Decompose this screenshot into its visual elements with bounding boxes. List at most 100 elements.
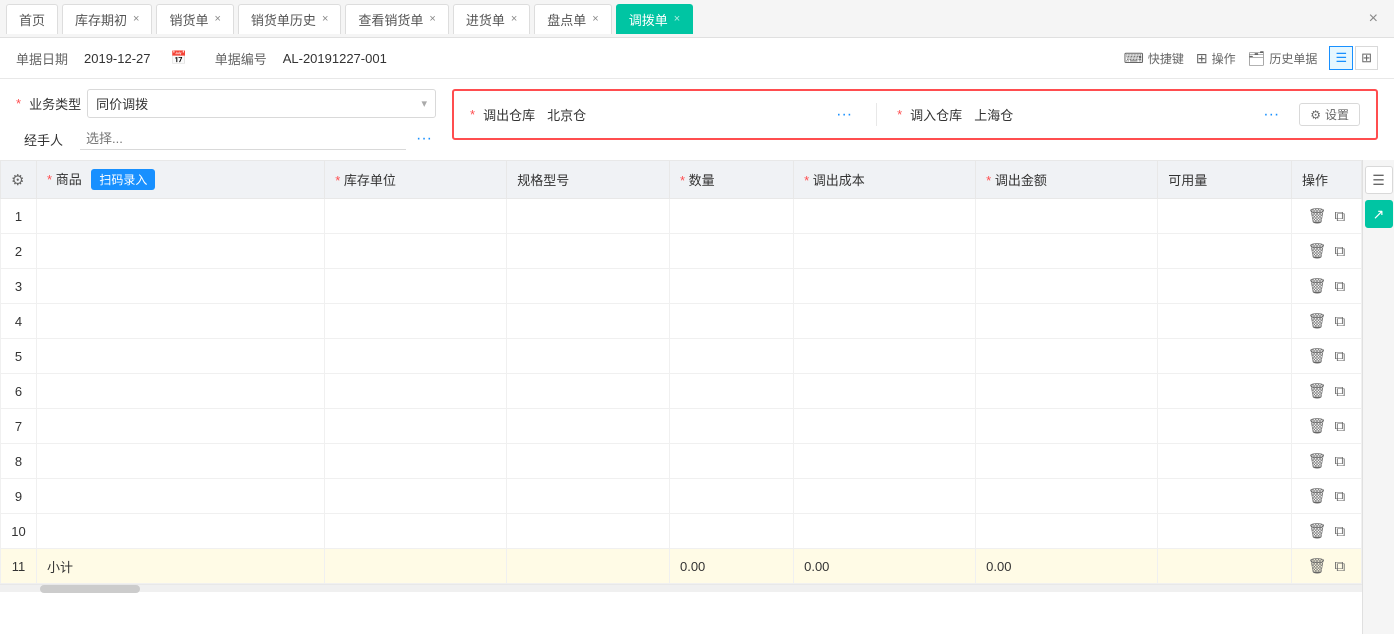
sidebar-export-button[interactable]: ↗: [1365, 200, 1393, 228]
tab-sales-order[interactable]: 销货单 ×: [156, 4, 233, 34]
delete-button[interactable]: 🗑: [1306, 520, 1329, 542]
product-cell[interactable]: [37, 234, 325, 269]
window-close-button[interactable]: ×: [1357, 10, 1390, 28]
tab-close-inventory-check[interactable]: ×: [592, 13, 598, 25]
delete-button[interactable]: 🗑: [1306, 415, 1329, 437]
tab-close-sales-order[interactable]: ×: [214, 13, 220, 25]
quantity-cell[interactable]: [669, 199, 793, 234]
history-button[interactable]: 🗂 历史单据: [1248, 50, 1318, 67]
business-type-select[interactable]: 同价调拨 ▾: [87, 89, 436, 118]
delete-button[interactable]: 🗑: [1306, 485, 1329, 507]
quantity-cell[interactable]: [669, 514, 793, 549]
quantity-cell[interactable]: [669, 234, 793, 269]
tab-close-sales-history[interactable]: ×: [322, 13, 328, 25]
warehouse-in-value: 上海仓: [974, 105, 1013, 124]
handler-input[interactable]: [80, 128, 406, 150]
tab-close-purchase-order[interactable]: ×: [511, 13, 517, 25]
col-available: 可用量: [1158, 161, 1292, 199]
transfer-amount-cell: [976, 374, 1158, 409]
product-cell[interactable]: [37, 479, 325, 514]
warehouse-in-more-button[interactable]: ···: [1259, 106, 1283, 124]
copy-button[interactable]: ⧉: [1332, 486, 1347, 507]
unit-cell: [325, 269, 507, 304]
delete-button[interactable]: 🗑: [1306, 345, 1329, 367]
table-settings-header[interactable]: ⚙: [1, 161, 37, 199]
action-cell: 🗑 ⧉: [1292, 339, 1362, 374]
action-cell: 🗑 ⧉: [1292, 304, 1362, 339]
product-cell[interactable]: [37, 409, 325, 444]
available-cell: [1158, 234, 1292, 269]
operation-button[interactable]: ⊞ 操作: [1196, 50, 1236, 67]
tab-purchase-order[interactable]: 进货单 ×: [453, 4, 530, 34]
quantity-cell[interactable]: [669, 479, 793, 514]
delete-button[interactable]: 🗑: [1306, 555, 1329, 577]
copy-button[interactable]: ⧉: [1332, 556, 1347, 577]
delete-button[interactable]: 🗑: [1306, 450, 1329, 472]
available-cell: [1158, 339, 1292, 374]
product-cell[interactable]: [37, 514, 325, 549]
tab-sales-history[interactable]: 销货单历史 ×: [238, 4, 341, 34]
copy-button[interactable]: ⧉: [1332, 521, 1347, 542]
grid-view-button[interactable]: ⊞: [1355, 46, 1378, 70]
tab-transfer-order[interactable]: 调拨单 ×: [616, 4, 693, 34]
row-number: 4: [1, 304, 37, 339]
calendar-icon[interactable]: 📅: [171, 50, 187, 66]
copy-button[interactable]: ⧉: [1332, 241, 1347, 262]
available-cell: [1158, 409, 1292, 444]
product-cell[interactable]: [37, 269, 325, 304]
quantity-cell[interactable]: [669, 304, 793, 339]
transfer-cost-cell: [794, 374, 976, 409]
quantity-cell[interactable]: [669, 269, 793, 304]
handler-more-button[interactable]: ···: [412, 130, 436, 148]
copy-button[interactable]: ⧉: [1332, 416, 1347, 437]
product-cell[interactable]: [37, 199, 325, 234]
copy-button[interactable]: ⧉: [1332, 276, 1347, 297]
transfer-amount-cell: [976, 269, 1158, 304]
shortcut-button[interactable]: ⌨ 快捷键: [1124, 50, 1184, 67]
product-cell[interactable]: [37, 339, 325, 374]
quantity-cell[interactable]: [669, 409, 793, 444]
delete-button[interactable]: 🗑: [1306, 380, 1329, 402]
delete-button[interactable]: 🗑: [1306, 240, 1329, 262]
warehouse-out-field: * 调出仓库 北京仓 ···: [470, 105, 856, 124]
copy-button[interactable]: ⧉: [1332, 451, 1347, 472]
settings-button[interactable]: ⚙ 设置: [1299, 103, 1360, 126]
handler-label: 经手人: [24, 130, 74, 149]
settings-button-wrapper: ⚙ 设置: [1299, 103, 1360, 126]
delete-button[interactable]: 🗑: [1306, 275, 1329, 297]
delete-button[interactable]: 🗑: [1306, 310, 1329, 332]
quantity-cell[interactable]: [669, 374, 793, 409]
product-cell[interactable]: [37, 374, 325, 409]
tab-inventory-check[interactable]: 盘点单 ×: [534, 4, 611, 34]
sidebar-list-button[interactable]: ☰: [1365, 166, 1393, 194]
spec-cell: [507, 304, 670, 339]
delete-button[interactable]: 🗑: [1306, 205, 1329, 227]
product-cell[interactable]: [37, 444, 325, 479]
tab-view-sales[interactable]: 查看销货单 ×: [345, 4, 448, 34]
copy-button[interactable]: ⧉: [1332, 346, 1347, 367]
tab-close-transfer-order[interactable]: ×: [674, 13, 680, 25]
scan-button[interactable]: 扫码录入: [91, 169, 155, 190]
copy-button[interactable]: ⧉: [1332, 381, 1347, 402]
tab-close-view-sales[interactable]: ×: [429, 13, 435, 25]
warehouse-out-more-button[interactable]: ···: [832, 106, 856, 124]
transfer-amount-cell: [976, 234, 1158, 269]
copy-button[interactable]: ⧉: [1332, 311, 1347, 332]
list-view-button[interactable]: ☰: [1329, 46, 1353, 70]
copy-button[interactable]: ⧉: [1332, 206, 1347, 227]
horizontal-scrollbar[interactable]: [0, 584, 1362, 592]
quantity-cell[interactable]: [669, 339, 793, 374]
date-value: 2019-12-27: [84, 51, 151, 66]
number-value: AL-20191227-001: [283, 51, 387, 66]
row-number: 3: [1, 269, 37, 304]
action-cell: 🗑 ⧉: [1292, 269, 1362, 304]
product-cell[interactable]: [37, 304, 325, 339]
transfer-cost-cell: [794, 339, 976, 374]
table-gear-icon[interactable]: ⚙: [11, 172, 24, 189]
tab-home[interactable]: 首页: [6, 4, 58, 34]
quantity-cell[interactable]: [669, 444, 793, 479]
transfer-amount-cell: [976, 444, 1158, 479]
available-cell: [1158, 479, 1292, 514]
tab-initial-inventory[interactable]: 库存期初 ×: [62, 4, 152, 34]
tab-close-initial-inventory[interactable]: ×: [133, 13, 139, 25]
